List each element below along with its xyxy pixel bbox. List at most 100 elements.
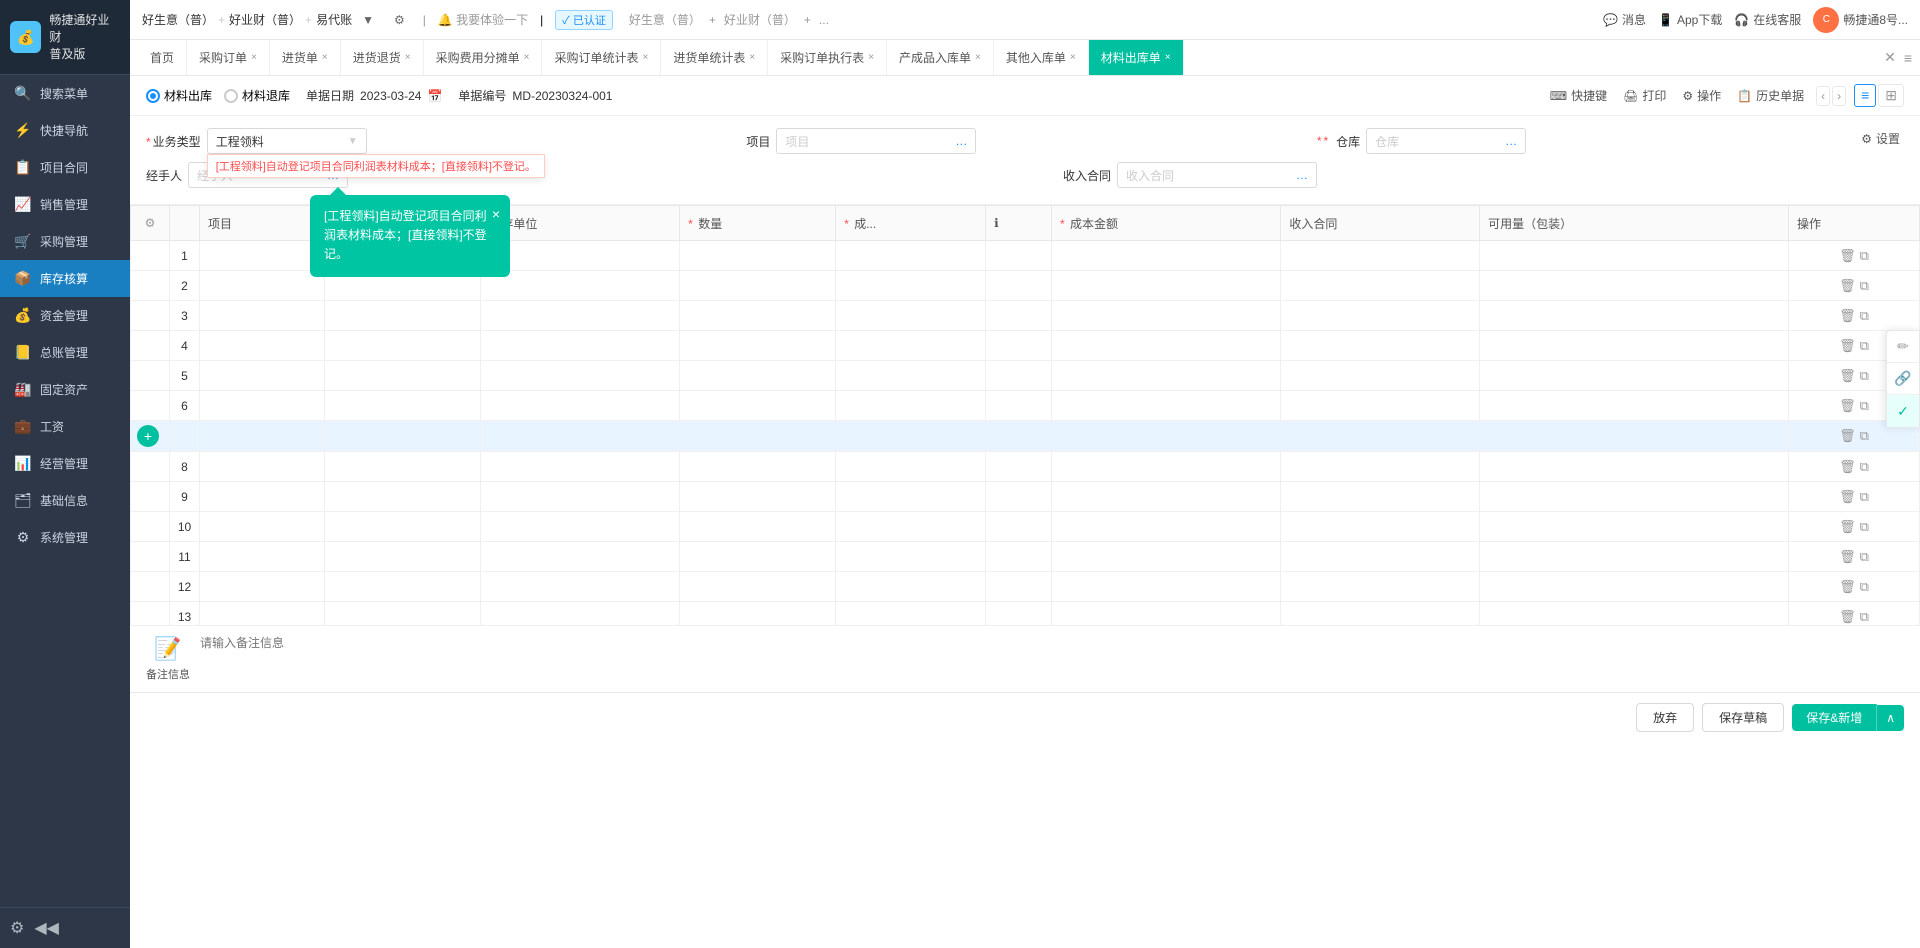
topbar-dropdown-icon[interactable]: ▼: [356, 11, 380, 29]
delete-row-icon[interactable]: 🗑: [1839, 489, 1856, 505]
add-row-btn[interactable]: +: [137, 425, 159, 447]
delete-row-icon[interactable]: 🗑: [1839, 428, 1856, 444]
delete-row-icon[interactable]: 🗑: [1839, 609, 1856, 625]
copy-row-icon[interactable]: ⧉: [1860, 609, 1869, 625]
settings-btn[interactable]: ⚙ 设置: [1857, 128, 1904, 149]
tab-purchase-stats[interactable]: 采购订单统计表 ×: [542, 40, 661, 76]
delete-row-icon[interactable]: 🗑: [1839, 579, 1856, 595]
topbar-link-2[interactable]: 好业财（普）: [229, 11, 301, 28]
delete-row-icon[interactable]: 🗑: [1839, 549, 1856, 565]
income-contract-link-icon[interactable]: …: [1296, 168, 1308, 182]
copy-row-icon[interactable]: ⧉: [1860, 519, 1869, 535]
sidebar-item-finance[interactable]: 💰 资金管理: [0, 297, 130, 334]
tab-close-other-inbound[interactable]: ×: [1070, 52, 1076, 63]
topbar-link-1[interactable]: 好生意（普）: [142, 11, 214, 28]
print-btn[interactable]: 🖨 打印: [1619, 85, 1670, 106]
delete-row-icon[interactable]: 🗑: [1839, 338, 1856, 354]
calendar-icon[interactable]: 📅: [427, 89, 442, 103]
sidebar-item-search[interactable]: 🔍 搜索菜单: [0, 75, 130, 112]
sidebar-item-basic[interactable]: 🗂 基础信息: [0, 482, 130, 519]
topbar-extra-1[interactable]: 好生意（普）: [629, 11, 701, 28]
project-link-icon[interactable]: …: [955, 134, 967, 148]
operation-btn[interactable]: ⚙ 操作: [1678, 85, 1725, 106]
tab-close-purchase-stats[interactable]: ×: [642, 52, 648, 63]
tab-incoming-return[interactable]: 进货退货 ×: [341, 40, 424, 76]
list-view-btn[interactable]: ≡: [1854, 84, 1876, 107]
float-edit-icon[interactable]: ✏: [1887, 331, 1919, 363]
sidebar-item-sales[interactable]: 📈 销售管理: [0, 186, 130, 223]
copy-row-icon[interactable]: ⧉: [1860, 398, 1869, 414]
topbar-user[interactable]: C 畅捷通8号...: [1813, 7, 1908, 33]
prev-arrow[interactable]: ‹: [1816, 86, 1830, 106]
tab-purchase-expense[interactable]: 采购费用分摊单 ×: [424, 40, 543, 76]
business-type-select[interactable]: 工程领料 ▼: [207, 128, 367, 154]
topbar-message[interactable]: 💬 消息: [1603, 11, 1646, 28]
save-new-arrow[interactable]: ∧: [1877, 705, 1904, 731]
collapse-icon[interactable]: ◀◀: [34, 918, 59, 938]
warehouse-select[interactable]: 仓库 …: [1366, 128, 1526, 154]
shortcut-btn[interactable]: ⌨ 快捷键: [1546, 85, 1611, 106]
settings-bottom-icon[interactable]: ⚙: [10, 918, 24, 938]
delete-row-icon[interactable]: 🗑: [1839, 248, 1856, 264]
tab-close-incoming-return[interactable]: ×: [405, 52, 411, 63]
tab-close-purchase-execution[interactable]: ×: [868, 52, 874, 63]
topbar-extra-2[interactable]: 好业财（普）: [724, 11, 796, 28]
topbar-try-link[interactable]: 🔔 我要体验一下: [438, 11, 528, 28]
tab-close-material-outbound[interactable]: ×: [1165, 52, 1171, 63]
topbar-app-download[interactable]: 📱 App下载: [1658, 11, 1722, 28]
sidebar-item-purchase[interactable]: 🛒 采购管理: [0, 223, 130, 260]
copy-row-icon[interactable]: ⧉: [1860, 338, 1869, 354]
radio-material-outbound[interactable]: 材料出库: [146, 87, 212, 104]
tab-finished-goods[interactable]: 产成品入库单 ×: [887, 40, 994, 76]
next-arrow[interactable]: ›: [1832, 86, 1846, 106]
save-new-button[interactable]: 保存&新增: [1792, 704, 1877, 731]
sidebar-item-inventory[interactable]: 📦 库存核算: [0, 260, 130, 297]
tab-close-purchase-expense[interactable]: ×: [524, 52, 530, 63]
delete-row-icon[interactable]: 🗑: [1839, 308, 1856, 324]
copy-row-icon[interactable]: ⧉: [1860, 459, 1869, 475]
warehouse-link-icon[interactable]: …: [1505, 134, 1517, 148]
tab-incoming-stats[interactable]: 进货单统计表 ×: [661, 40, 768, 76]
topbar-online-service[interactable]: 🎧 在线客服: [1734, 11, 1801, 28]
notes-input[interactable]: [200, 636, 600, 650]
copy-row-icon[interactable]: ⧉: [1860, 308, 1869, 324]
tab-purchase-execution[interactable]: 采购订单执行表 ×: [768, 40, 887, 76]
copy-row-icon[interactable]: ⧉: [1860, 549, 1869, 565]
tab-other-inbound[interactable]: 其他入库单 ×: [994, 40, 1089, 76]
copy-row-icon[interactable]: ⧉: [1860, 278, 1869, 294]
sidebar-item-ledger[interactable]: 📒 总账管理: [0, 334, 130, 371]
sidebar-item-salary[interactable]: 💼 工资: [0, 408, 130, 445]
delete-row-icon[interactable]: 🗑: [1839, 519, 1856, 535]
topbar-link-3[interactable]: 易代账: [316, 11, 352, 28]
float-check-icon[interactable]: ✓: [1887, 395, 1919, 427]
grid-view-btn[interactable]: ⊞: [1878, 84, 1904, 107]
tab-home[interactable]: 首页: [138, 40, 187, 76]
tab-more[interactable]: ≡: [1904, 50, 1912, 66]
tab-close-purchase-order[interactable]: ×: [251, 52, 257, 63]
topbar-settings-icon[interactable]: ⚙: [388, 11, 411, 29]
tab-purchase-order[interactable]: 采购订单 ×: [187, 40, 270, 76]
income-contract-select[interactable]: 收入合同 …: [1117, 162, 1317, 188]
copy-row-icon[interactable]: ⧉: [1860, 368, 1869, 384]
delete-row-icon[interactable]: 🗑: [1839, 398, 1856, 414]
delete-row-icon[interactable]: 🗑: [1839, 368, 1856, 384]
sidebar-item-project[interactable]: 📋 项目合同: [0, 149, 130, 186]
tooltip-close-icon[interactable]: ×: [492, 203, 500, 225]
tab-close-incoming-stats[interactable]: ×: [749, 52, 755, 63]
delete-row-icon[interactable]: 🗑: [1839, 459, 1856, 475]
copy-row-icon[interactable]: ⧉: [1860, 248, 1869, 264]
delete-row-icon[interactable]: 🗑: [1839, 278, 1856, 294]
save-draft-button[interactable]: 保存草稿: [1702, 703, 1784, 732]
sidebar-item-operations[interactable]: 📊 经营管理: [0, 445, 130, 482]
table-settings-icon[interactable]: ⚙: [139, 212, 161, 234]
copy-row-icon[interactable]: ⧉: [1860, 489, 1869, 505]
tab-close-finished-goods[interactable]: ×: [975, 52, 981, 63]
sidebar-item-shortcuts[interactable]: ⚡ 快捷导航: [0, 112, 130, 149]
topbar-extra-more[interactable]: ...: [819, 13, 829, 27]
copy-row-icon[interactable]: ⧉: [1860, 428, 1869, 444]
tab-incoming[interactable]: 进货单 ×: [270, 40, 341, 76]
radio-material-return[interactable]: 材料退库: [224, 87, 290, 104]
tab-close-incoming[interactable]: ×: [322, 52, 328, 63]
copy-row-icon[interactable]: ⧉: [1860, 579, 1869, 595]
discard-button[interactable]: 放弃: [1636, 703, 1694, 732]
